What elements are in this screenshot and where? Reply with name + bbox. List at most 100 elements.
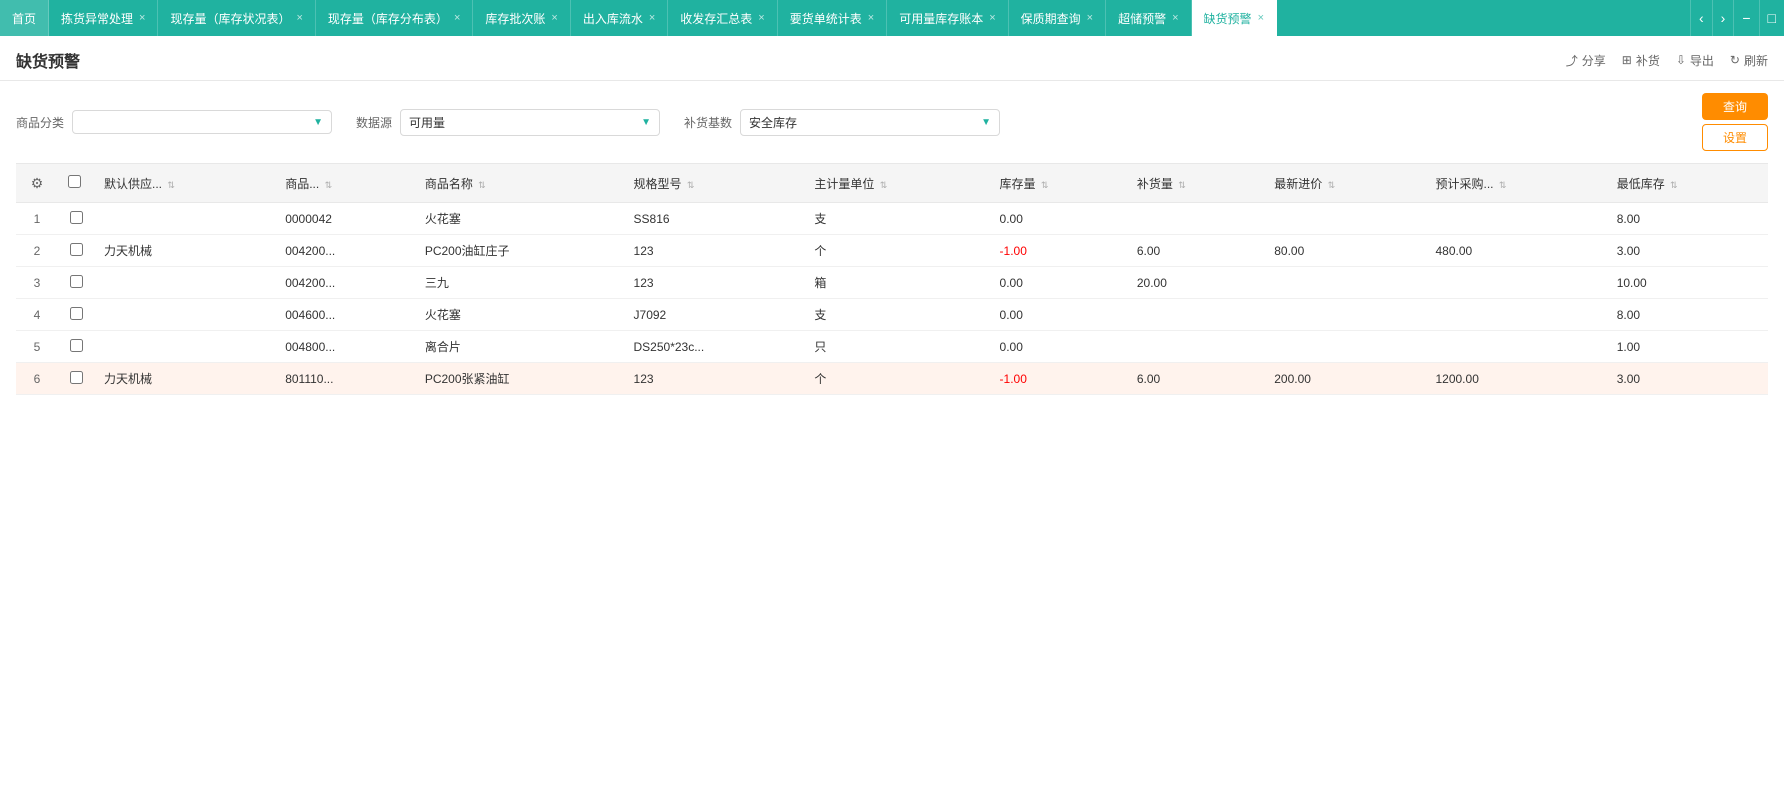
row-min-stock-5: 1.00: [1607, 331, 1768, 363]
min-stock-sort-icon[interactable]: ⇅: [1670, 180, 1678, 191]
tab-batch[interactable]: 库存批次账 ×: [473, 0, 570, 36]
column-settings-icon[interactable]: ⚙: [26, 172, 48, 194]
table-row: 4 004600... 火花塞 J7092 支 0.00 8.00: [16, 299, 1768, 331]
table-row: 6 力天机械 801110... PC200张紧油缸 123 个 -1.00 6…: [16, 363, 1768, 395]
tab-close-collect[interactable]: ×: [758, 12, 764, 24]
row-goods-name-2: PC200油缸庄子: [415, 235, 624, 267]
goods-name-sort-icon[interactable]: ⇅: [478, 180, 486, 191]
tab-minimize[interactable]: −: [1733, 0, 1758, 36]
row-goods-name-5: 离合片: [415, 331, 624, 363]
tab-close-inventory-status[interactable]: ×: [296, 12, 302, 24]
stock-sort-icon[interactable]: ⇅: [1041, 180, 1049, 191]
row-latest-price-2: 80.00: [1264, 235, 1425, 267]
category-field: 商品分类 ▼: [16, 110, 332, 134]
tab-maximize[interactable]: □: [1759, 0, 1784, 36]
tab-close-batch[interactable]: ×: [551, 12, 557, 24]
row-replenish-2: 6.00: [1127, 235, 1264, 267]
col-stock: 库存量 ⇅: [990, 164, 1127, 203]
row-checkbox-3[interactable]: [58, 267, 94, 299]
row-latest-price-4: [1264, 299, 1425, 331]
tab-collect[interactable]: 收发存汇总表 ×: [668, 0, 777, 36]
table-row: 3 004200... 三九 123 箱 0.00 20.00 10.00: [16, 267, 1768, 299]
category-select[interactable]: ▼: [72, 110, 332, 134]
tab-home[interactable]: 首页: [0, 0, 49, 36]
replenish-button[interactable]: ⊞ 补货: [1622, 52, 1660, 69]
row-spec-3: 123: [624, 267, 805, 299]
col-est-purchase: 预计采购... ⇅: [1425, 164, 1606, 203]
tab-expiry[interactable]: 保质期查询 ×: [1009, 0, 1106, 36]
row-unit-1: 支: [804, 203, 989, 235]
col-replenish: 补货量 ⇅: [1127, 164, 1264, 203]
est-purchase-sort-icon[interactable]: ⇅: [1499, 180, 1507, 191]
tab-close-shortage[interactable]: ×: [1258, 12, 1264, 24]
tab-close-demand[interactable]: ×: [868, 12, 874, 24]
col-unit: 主计量单位 ⇅: [804, 164, 989, 203]
replenish-base-field: 补货基数 安全库存 ▼: [684, 109, 1000, 136]
table-row: 5 004800... 离合片 DS250*23c... 只 0.00 1.00: [16, 331, 1768, 363]
refresh-button[interactable]: ↻ 刷新: [1730, 52, 1768, 69]
tab-abnormal[interactable]: 拣货异常处理 ×: [49, 0, 158, 36]
tab-flow[interactable]: 出入库流水 ×: [571, 0, 668, 36]
tab-inventory-dist[interactable]: 现存量（库存分布表） ×: [316, 0, 473, 36]
unit-sort-icon[interactable]: ⇅: [880, 180, 888, 191]
tab-close-flow[interactable]: ×: [649, 12, 655, 24]
tab-shortage[interactable]: 缺货预警 ×: [1192, 0, 1277, 36]
supplier-sort-icon[interactable]: ⇅: [167, 180, 175, 191]
tab-overstock[interactable]: 超储预警 ×: [1106, 0, 1191, 36]
row-replenish-1: [1127, 203, 1264, 235]
row-stock-3: 0.00: [990, 267, 1127, 299]
row-supplier-3: [94, 267, 275, 299]
export-button[interactable]: ⇩ 导出: [1676, 52, 1714, 69]
row-goods-name-6: PC200张紧油缸: [415, 363, 624, 395]
tab-close-available[interactable]: ×: [989, 12, 995, 24]
tab-demand[interactable]: 要货单统计表 ×: [778, 0, 887, 36]
datasource-arrow-icon: ▼: [641, 117, 651, 128]
row-goods-code-4: 004600...: [275, 299, 415, 331]
row-checkbox-6[interactable]: [58, 363, 94, 395]
row-stock-5: 0.00: [990, 331, 1127, 363]
row-checkbox-2[interactable]: [58, 235, 94, 267]
row-replenish-3: 20.00: [1127, 267, 1264, 299]
row-latest-price-3: [1264, 267, 1425, 299]
row-stock-2: -1.00: [990, 235, 1127, 267]
row-supplier-2: 力天机械: [94, 235, 275, 267]
row-replenish-5: [1127, 331, 1264, 363]
goods-code-sort-icon[interactable]: ⇅: [325, 180, 333, 191]
row-unit-5: 只: [804, 331, 989, 363]
page-header: 缺货预警 ⤴ 分享 ⊞ 补货 ⇩ 导出 ↻ 刷新: [0, 36, 1784, 81]
latest-price-sort-icon[interactable]: ⇅: [1328, 180, 1336, 191]
tab-close-overstock[interactable]: ×: [1172, 12, 1178, 24]
settings-button[interactable]: 设置: [1702, 124, 1768, 151]
row-min-stock-3: 10.00: [1607, 267, 1768, 299]
row-latest-price-6: 200.00: [1264, 363, 1425, 395]
row-checkbox-1[interactable]: [58, 203, 94, 235]
replenish-base-arrow-icon: ▼: [981, 117, 991, 128]
spec-sort-icon[interactable]: ⇅: [687, 180, 695, 191]
replenish-base-select[interactable]: 安全库存 ▼: [740, 109, 1000, 136]
tab-scroll-left[interactable]: ‹: [1690, 0, 1712, 36]
replenish-sort-icon[interactable]: ⇅: [1178, 180, 1186, 191]
tab-close-abnormal[interactable]: ×: [139, 12, 145, 24]
tab-scroll-right[interactable]: ›: [1712, 0, 1734, 36]
col-latest-price: 最新进价 ⇅: [1264, 164, 1425, 203]
col-min-stock: 最低库存 ⇅: [1607, 164, 1768, 203]
header-actions: ⤴ 分享 ⊞ 补货 ⇩ 导出 ↻ 刷新: [1566, 52, 1768, 69]
share-icon: ⤴: [1566, 52, 1578, 69]
replenish-base-label: 补货基数: [684, 114, 732, 131]
share-button[interactable]: ⤴ 分享: [1566, 52, 1606, 69]
datasource-select[interactable]: 可用量 ▼: [400, 109, 660, 136]
row-spec-4: J7092: [624, 299, 805, 331]
row-unit-2: 个: [804, 235, 989, 267]
row-checkbox-4[interactable]: [58, 299, 94, 331]
row-num-1: 1: [16, 203, 58, 235]
tab-close-expiry[interactable]: ×: [1087, 12, 1093, 24]
query-button[interactable]: 查询: [1702, 93, 1768, 120]
tab-close-inventory-dist[interactable]: ×: [454, 12, 460, 24]
tab-available[interactable]: 可用量库存账本 ×: [887, 0, 1008, 36]
row-checkbox-5[interactable]: [58, 331, 94, 363]
row-est-purchase-5: [1425, 331, 1606, 363]
tab-inventory-status[interactable]: 现存量（库存状况表） ×: [158, 0, 315, 36]
select-all-checkbox[interactable]: [68, 175, 81, 188]
row-unit-4: 支: [804, 299, 989, 331]
data-table: ⚙ 默认供应... ⇅ 商品... ⇅ 商品名称 ⇅: [16, 163, 1768, 395]
